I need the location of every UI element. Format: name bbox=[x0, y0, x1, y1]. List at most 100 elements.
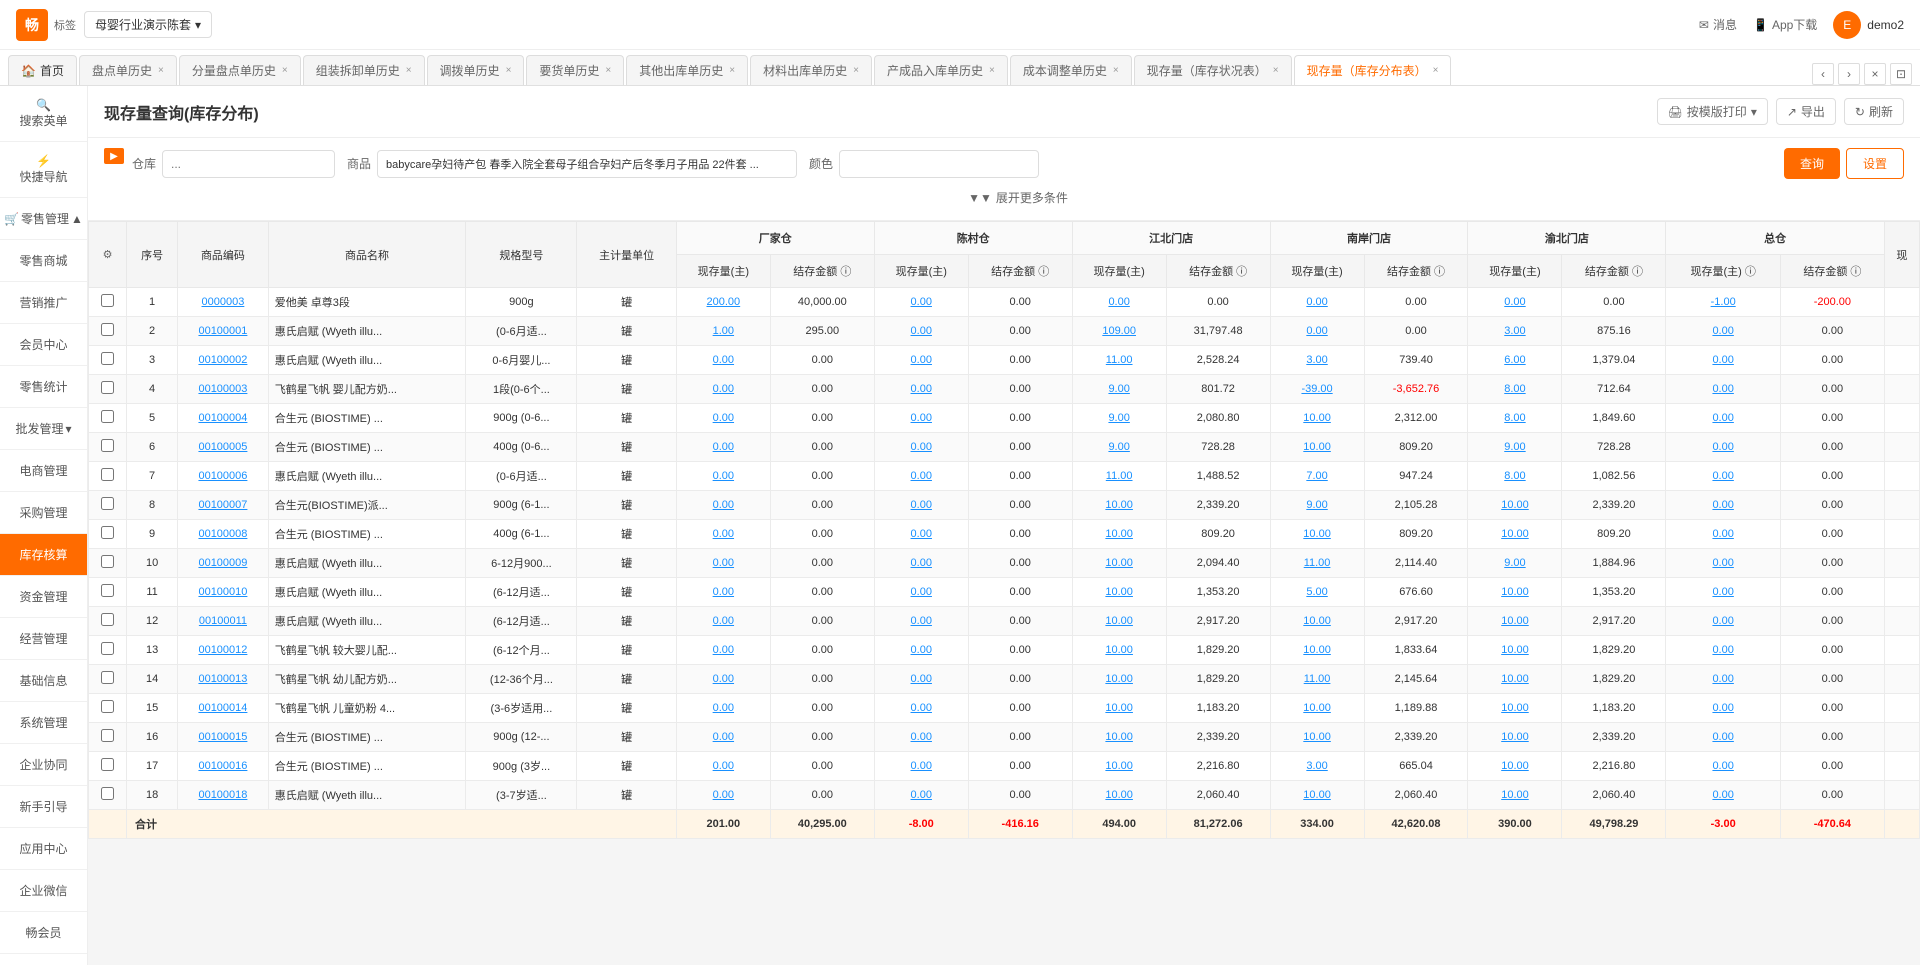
product-code-link[interactable]: 00100012 bbox=[198, 644, 247, 656]
nanan-stock-link[interactable]: 3.00 bbox=[1306, 760, 1327, 772]
tab-stock-dist[interactable]: 现存量（库存分布表） × bbox=[1294, 55, 1452, 86]
product-code-link[interactable]: 00100006 bbox=[198, 470, 247, 482]
row-select[interactable] bbox=[101, 729, 114, 742]
settings-icon[interactable]: ⚙ bbox=[103, 249, 113, 261]
jiangbei-stock-link[interactable]: 9.00 bbox=[1108, 383, 1129, 395]
total-stock-link[interactable]: -1.00 bbox=[1711, 296, 1736, 308]
tab-home[interactable]: 🏠 首页 bbox=[8, 55, 77, 85]
filter-collapse-button[interactable]: ▶ bbox=[104, 148, 124, 164]
sidebar-item-wholesale[interactable]: 批发管理 ▾ bbox=[0, 408, 87, 450]
row-select[interactable] bbox=[101, 642, 114, 655]
chenma-stock-link[interactable]: 0.00 bbox=[911, 731, 932, 743]
nanan-stock-link[interactable]: 10.00 bbox=[1303, 615, 1331, 627]
close-icon[interactable]: × bbox=[406, 65, 412, 76]
chenma-stock-link[interactable]: 0.00 bbox=[911, 296, 932, 308]
chenma-stock-link[interactable]: 0.00 bbox=[911, 615, 932, 627]
sidebar-item-operations[interactable]: 经营管理 bbox=[0, 618, 87, 660]
jiangbei-stock-link[interactable]: 11.00 bbox=[1106, 354, 1133, 366]
product-code-link[interactable]: 00100005 bbox=[198, 441, 247, 453]
close-icon[interactable]: × bbox=[1273, 65, 1279, 76]
nanan-stock-link[interactable]: 5.00 bbox=[1306, 586, 1327, 598]
nanan-stock-link[interactable]: 10.00 bbox=[1303, 702, 1331, 714]
sidebar-item-retail-stats[interactable]: 零售统计 bbox=[0, 366, 87, 408]
chenma-stock-link[interactable]: 0.00 bbox=[911, 325, 932, 337]
factory-stock-link[interactable]: 0.00 bbox=[713, 354, 734, 366]
col-settings[interactable]: ⚙ bbox=[89, 222, 127, 288]
total-stock-link[interactable]: 0.00 bbox=[1712, 383, 1733, 395]
yuibei-stock-link[interactable]: 10.00 bbox=[1501, 731, 1529, 743]
product-code-link[interactable]: 00100002 bbox=[198, 354, 247, 366]
row-checkbox[interactable] bbox=[89, 636, 127, 665]
nanan-stock-link[interactable]: 3.00 bbox=[1306, 354, 1327, 366]
nanan-stock-link[interactable]: 10.00 bbox=[1303, 441, 1331, 453]
yuibei-stock-link[interactable]: 10.00 bbox=[1501, 586, 1529, 598]
product-code-link[interactable]: 0000003 bbox=[202, 296, 245, 308]
tab-sub-inventory[interactable]: 分量盘点单历史 × bbox=[179, 55, 301, 85]
total-stock-link[interactable]: 0.00 bbox=[1712, 760, 1733, 772]
total-stock-link[interactable]: 0.00 bbox=[1712, 586, 1733, 598]
jiangbei-stock-link[interactable]: 10.00 bbox=[1105, 615, 1133, 627]
sidebar-item-ecommerce[interactable]: 电商管理 bbox=[0, 450, 87, 492]
product-code-link[interactable]: 00100009 bbox=[198, 557, 247, 569]
row-select[interactable] bbox=[101, 439, 114, 452]
warehouse-input[interactable] bbox=[162, 150, 335, 178]
nanan-stock-link[interactable]: 10.00 bbox=[1303, 644, 1331, 656]
setting-button[interactable]: 设置 bbox=[1846, 148, 1904, 179]
row-select[interactable] bbox=[101, 584, 114, 597]
chenma-stock-link[interactable]: 0.00 bbox=[911, 412, 932, 424]
jiangbei-stock-link[interactable]: 10.00 bbox=[1105, 528, 1133, 540]
chenma-stock-link[interactable]: 0.00 bbox=[911, 383, 932, 395]
jiangbei-stock-link[interactable]: 10.00 bbox=[1105, 731, 1133, 743]
row-checkbox[interactable] bbox=[89, 694, 127, 723]
chenma-stock-link[interactable]: 0.00 bbox=[911, 441, 932, 453]
chenma-stock-link[interactable]: 0.00 bbox=[911, 644, 932, 656]
product-code-link[interactable]: 00100007 bbox=[198, 499, 247, 511]
app-download-button[interactable]: 📱 App下载 bbox=[1753, 16, 1817, 33]
tab-order[interactable]: 要货单历史 × bbox=[526, 55, 624, 85]
chenma-stock-link[interactable]: 0.00 bbox=[911, 557, 932, 569]
sidebar-item-member[interactable]: 会员中心 bbox=[0, 324, 87, 366]
row-select[interactable] bbox=[101, 381, 114, 394]
yuibei-stock-link[interactable]: 3.00 bbox=[1504, 325, 1525, 337]
total-stock-link[interactable]: 0.00 bbox=[1712, 528, 1733, 540]
total-stock-link[interactable]: 0.00 bbox=[1712, 615, 1733, 627]
total-stock-link[interactable]: 0.00 bbox=[1712, 412, 1733, 424]
row-select[interactable] bbox=[101, 700, 114, 713]
jiangbei-stock-link[interactable]: 0.00 bbox=[1108, 296, 1129, 308]
total-stock-link[interactable]: 0.00 bbox=[1712, 789, 1733, 801]
factory-stock-link[interactable]: 0.00 bbox=[713, 673, 734, 685]
jiangbei-stock-link[interactable]: 109.00 bbox=[1102, 325, 1136, 337]
jiangbei-stock-link[interactable]: 10.00 bbox=[1105, 760, 1133, 772]
refresh-button[interactable]: ↻ 刷新 bbox=[1844, 98, 1904, 125]
jiangbei-stock-link[interactable]: 10.00 bbox=[1105, 702, 1133, 714]
row-checkbox[interactable] bbox=[89, 520, 127, 549]
close-icon[interactable]: × bbox=[853, 65, 859, 76]
yuibei-stock-link[interactable]: 10.00 bbox=[1501, 528, 1529, 540]
total-stock-link[interactable]: 0.00 bbox=[1712, 499, 1733, 511]
row-checkbox[interactable] bbox=[89, 549, 127, 578]
tab-product-in[interactable]: 产成品入库单历史 × bbox=[874, 55, 1008, 85]
product-code-link[interactable]: 00100014 bbox=[198, 702, 247, 714]
row-select[interactable] bbox=[101, 497, 114, 510]
factory-stock-link[interactable]: 0.00 bbox=[713, 441, 734, 453]
row-checkbox[interactable] bbox=[89, 491, 127, 520]
jiangbei-stock-link[interactable]: 9.00 bbox=[1108, 412, 1129, 424]
row-checkbox[interactable] bbox=[89, 375, 127, 404]
tab-expand-button[interactable]: ⊡ bbox=[1890, 63, 1912, 85]
close-icon[interactable]: × bbox=[158, 65, 164, 76]
product-code-link[interactable]: 00100010 bbox=[198, 586, 247, 598]
color-input[interactable] bbox=[839, 150, 1039, 178]
tab-cost-adjust[interactable]: 成本调整单历史 × bbox=[1010, 55, 1132, 85]
yuibei-stock-link[interactable]: 8.00 bbox=[1504, 470, 1525, 482]
yuibei-stock-link[interactable]: 10.00 bbox=[1501, 615, 1529, 627]
sidebar-item-finance[interactable]: 资金管理 bbox=[0, 576, 87, 618]
close-icon[interactable]: × bbox=[282, 65, 288, 76]
close-icon[interactable]: × bbox=[729, 65, 735, 76]
nanan-stock-link[interactable]: 7.00 bbox=[1306, 470, 1327, 482]
yuibei-stock-link[interactable]: 0.00 bbox=[1504, 296, 1525, 308]
product-code-link[interactable]: 00100003 bbox=[198, 383, 247, 395]
total-stock-link[interactable]: 0.00 bbox=[1712, 673, 1733, 685]
tab-transfer[interactable]: 调拨单历史 × bbox=[427, 55, 525, 85]
row-select[interactable] bbox=[101, 294, 114, 307]
sidebar-item-system[interactable]: 系统管理 bbox=[0, 702, 87, 744]
